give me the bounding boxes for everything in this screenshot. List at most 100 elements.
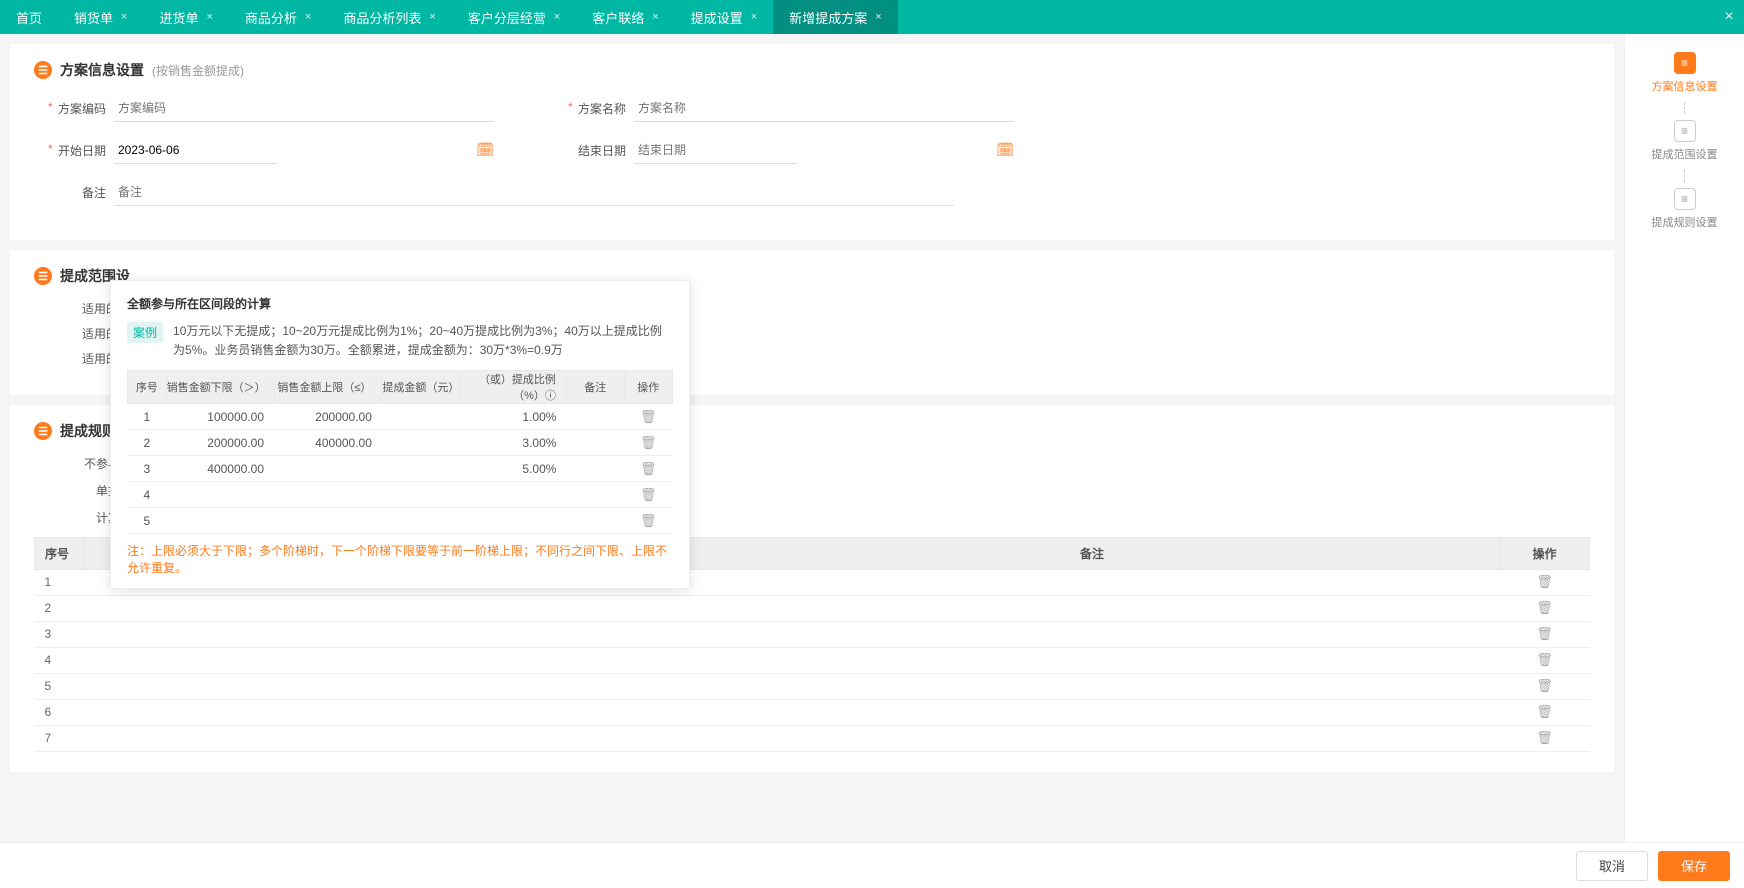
cell-upper[interactable] (235, 725, 385, 751)
calendar-icon[interactable]: 🗓 (476, 142, 494, 159)
cell-ratio[interactable] (535, 725, 685, 751)
cell-amount[interactable] (382, 404, 460, 430)
cell-lower[interactable] (85, 673, 235, 699)
cell-lower[interactable]: 200000.00 (166, 430, 274, 456)
delete-icon[interactable]: 🗑 (640, 487, 657, 502)
cell-amount[interactable] (385, 647, 535, 673)
delete-icon[interactable]: 🗑 (640, 461, 657, 476)
cell-remark[interactable] (566, 430, 624, 456)
input-start-date[interactable] (114, 136, 277, 164)
cell-amount[interactable] (385, 595, 535, 621)
anchor-rule[interactable]: ≡ 提成规则设置 (1652, 188, 1718, 230)
input-end-date[interactable] (634, 136, 797, 164)
cell-remark[interactable] (566, 456, 624, 482)
cell-lower[interactable] (166, 482, 274, 508)
tab-customer-contact[interactable]: 客户联络 × (576, 0, 674, 34)
cell-amount[interactable] (385, 725, 535, 751)
save-button[interactable]: 保存 (1658, 851, 1730, 881)
cell-ratio[interactable]: 3.00% (460, 430, 567, 456)
delete-icon[interactable]: 🗑 (640, 513, 657, 528)
tab-product-analysis[interactable]: 商品分析 × (229, 0, 327, 34)
cell-remark[interactable] (566, 508, 624, 534)
cell-ratio[interactable]: 5.00% (460, 456, 567, 482)
cell-upper[interactable]: 400000.00 (274, 430, 382, 456)
cell-lower[interactable] (85, 621, 235, 647)
input-plan-code[interactable] (114, 94, 494, 122)
delete-icon[interactable]: 🗑 (1536, 730, 1553, 745)
cell-amount[interactable] (382, 430, 460, 456)
tab-close-icon[interactable]: × (554, 11, 560, 23)
delete-icon[interactable]: 🗑 (640, 435, 657, 450)
cell-upper[interactable] (235, 595, 385, 621)
rule-row: 2🗑 (35, 595, 1590, 621)
cell-remark[interactable] (566, 404, 624, 430)
cell-lower[interactable]: 100000.00 (166, 404, 274, 430)
tab-commission-settings[interactable]: 提成设置 × (675, 0, 773, 34)
tab-close-icon[interactable]: × (875, 11, 881, 23)
delete-icon[interactable]: 🗑 (1536, 600, 1553, 615)
cell-amount[interactable] (382, 508, 460, 534)
anchor-scope[interactable]: ≡ 提成范围设置 (1652, 120, 1718, 162)
cell-upper[interactable]: 200000.00 (274, 404, 382, 430)
delete-icon[interactable]: 🗑 (1536, 704, 1553, 719)
cell-ratio[interactable] (460, 482, 567, 508)
cell-ratio[interactable] (535, 699, 685, 725)
cell-amount[interactable] (385, 699, 535, 725)
cell-lower[interactable] (85, 647, 235, 673)
tab-bar-close-icon[interactable]: × (1714, 0, 1744, 34)
delete-icon[interactable]: 🗑 (1536, 678, 1553, 693)
cell-remark[interactable] (685, 699, 1500, 725)
tab-close-icon[interactable]: × (429, 11, 435, 23)
cell-op: 🗑 (1500, 673, 1590, 699)
tab-new-commission-plan[interactable]: 新增提成方案 × (773, 0, 897, 34)
cell-ratio[interactable] (535, 621, 685, 647)
cell-amount[interactable] (385, 621, 535, 647)
cell-lower[interactable] (85, 699, 235, 725)
cell-lower[interactable]: 400000.00 (166, 456, 274, 482)
cell-lower[interactable] (166, 508, 274, 534)
cell-upper[interactable] (274, 508, 382, 534)
tab-close-icon[interactable]: × (751, 11, 757, 23)
cell-upper[interactable] (274, 456, 382, 482)
cell-remark[interactable] (566, 482, 624, 508)
cell-remark[interactable] (685, 621, 1500, 647)
tab-close-icon[interactable]: × (206, 11, 212, 23)
cell-ratio[interactable] (535, 595, 685, 621)
cell-lower[interactable] (85, 595, 235, 621)
cell-ratio[interactable]: 1.00% (460, 404, 567, 430)
cell-amount[interactable] (382, 482, 460, 508)
cell-remark[interactable] (685, 673, 1500, 699)
tab-purchase[interactable]: 进货单 × (143, 0, 228, 34)
tab-customer-layer[interactable]: 客户分层经营 × (452, 0, 576, 34)
cell-amount[interactable] (385, 673, 535, 699)
delete-icon[interactable]: 🗑 (1536, 574, 1553, 589)
tab-product-analysis-list[interactable]: 商品分析列表 × (327, 0, 451, 34)
cell-upper[interactable] (235, 621, 385, 647)
anchor-plan-info[interactable]: ≡ 方案信息设置 (1652, 52, 1718, 94)
cell-remark[interactable] (685, 647, 1500, 673)
cell-remark[interactable] (685, 725, 1500, 751)
cell-upper[interactable] (274, 482, 382, 508)
delete-icon[interactable]: 🗑 (1536, 652, 1553, 667)
cell-amount[interactable] (382, 456, 460, 482)
cell-remark[interactable] (685, 569, 1500, 595)
tab-sales[interactable]: 销货单 × (58, 0, 143, 34)
cell-upper[interactable] (235, 673, 385, 699)
calendar-icon[interactable]: 🗓 (996, 142, 1014, 159)
tab-close-icon[interactable]: × (305, 11, 311, 23)
cell-upper[interactable] (235, 647, 385, 673)
delete-icon[interactable]: 🗑 (640, 409, 657, 424)
cell-ratio[interactable] (460, 508, 567, 534)
cancel-button[interactable]: 取消 (1576, 851, 1648, 881)
tab-home[interactable]: 首页 (0, 0, 58, 34)
cell-ratio[interactable] (535, 647, 685, 673)
cell-ratio[interactable] (535, 673, 685, 699)
tab-close-icon[interactable]: × (652, 11, 658, 23)
delete-icon[interactable]: 🗑 (1536, 626, 1553, 641)
input-remark[interactable] (114, 178, 954, 206)
tab-close-icon[interactable]: × (121, 11, 127, 23)
cell-upper[interactable] (235, 699, 385, 725)
cell-remark[interactable] (685, 595, 1500, 621)
input-plan-name[interactable] (634, 94, 1014, 122)
cell-lower[interactable] (85, 725, 235, 751)
